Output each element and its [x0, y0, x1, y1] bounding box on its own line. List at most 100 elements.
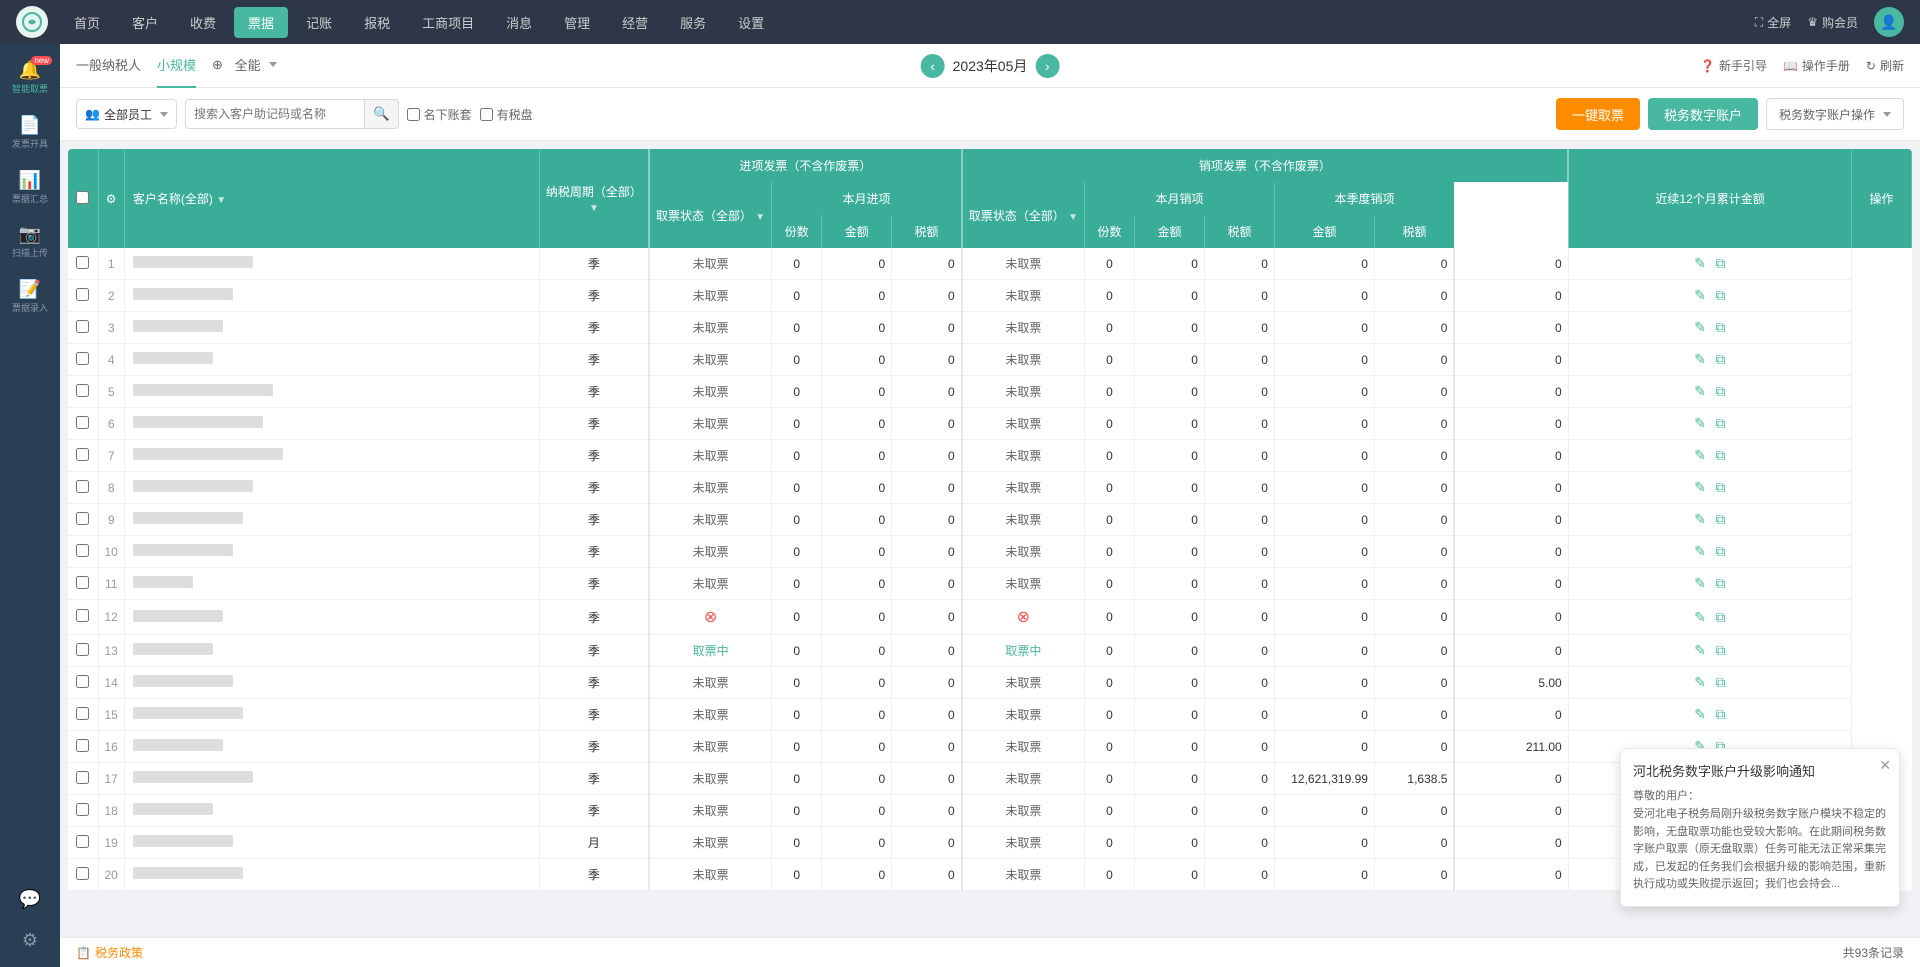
row-checkbox[interactable] [76, 544, 89, 557]
nav-message[interactable]: 消息 [492, 7, 546, 38]
edit-icon[interactable]: ✎ [1691, 255, 1709, 271]
tax-disk-checkbox-label[interactable]: 有税盘 [480, 106, 533, 123]
edit-icon[interactable]: ✎ [1691, 609, 1709, 625]
tax-disk-checkbox[interactable] [480, 108, 493, 121]
row-checkbox[interactable] [76, 675, 89, 688]
copy-icon[interactable]: ⧉ [1712, 447, 1728, 463]
sidebar-item-smart-invoice[interactable]: 🔔 智能取票 new [0, 52, 60, 103]
row-checkbox-cell[interactable] [68, 504, 98, 536]
nav-business[interactable]: 工商项目 [408, 7, 488, 38]
output-status-filter[interactable]: ▼ [1068, 212, 1078, 223]
edit-icon[interactable]: ✎ [1691, 287, 1709, 303]
input-status-filter[interactable]: ▼ [755, 212, 765, 223]
row-checkbox[interactable] [76, 803, 89, 816]
row-checkbox-cell[interactable] [68, 763, 98, 795]
row-checkbox[interactable] [76, 771, 89, 784]
copy-icon[interactable]: ⧉ [1712, 415, 1728, 431]
copy-icon[interactable]: ⧉ [1712, 609, 1728, 625]
new-guide-btn[interactable]: ❓ 新手引导 [1700, 57, 1767, 74]
edit-icon[interactable]: ✎ [1691, 447, 1709, 463]
row-checkbox-cell[interactable] [68, 667, 98, 699]
row-checkbox[interactable] [76, 320, 89, 333]
search-button[interactable]: 🔍 [365, 99, 399, 129]
row-checkbox-cell[interactable] [68, 731, 98, 763]
row-checkbox-cell[interactable] [68, 827, 98, 859]
edit-icon[interactable]: ✎ [1691, 511, 1709, 527]
row-checkbox-cell[interactable] [68, 568, 98, 600]
member-btn[interactable]: ♛ 购会员 [1807, 14, 1858, 31]
row-checkbox[interactable] [76, 739, 89, 752]
row-checkbox-cell[interactable] [68, 376, 98, 408]
copy-icon[interactable]: ⧉ [1712, 319, 1728, 335]
sub-accounts-checkbox-label[interactable]: 名下账套 [407, 106, 472, 123]
sidebar-bottom-chat[interactable]: 💬 [15, 881, 45, 918]
row-checkbox[interactable] [76, 867, 89, 880]
nav-home[interactable]: 首页 [60, 7, 114, 38]
sidebar-item-invoice-entry[interactable]: 📝 票据录入 [0, 271, 60, 322]
row-checkbox[interactable] [76, 256, 89, 269]
settings-col-icon[interactable]: ⚙ [106, 192, 117, 206]
search-input[interactable] [185, 99, 365, 129]
copy-icon[interactable]: ⧉ [1712, 351, 1728, 367]
row-checkbox-cell[interactable] [68, 600, 98, 635]
row-checkbox[interactable] [76, 416, 89, 429]
sidebar-item-open-invoice[interactable]: 📄 发票开具 [0, 107, 60, 158]
next-month-btn[interactable]: › [1035, 54, 1059, 78]
edit-icon[interactable]: ✎ [1691, 642, 1709, 658]
row-checkbox[interactable] [76, 609, 89, 622]
tax-policy-link[interactable]: 📋 税务政策 [76, 944, 143, 961]
row-checkbox-cell[interactable] [68, 440, 98, 472]
row-checkbox[interactable] [76, 643, 89, 656]
row-checkbox-cell[interactable] [68, 312, 98, 344]
nav-tax[interactable]: 报税 [350, 7, 404, 38]
row-checkbox[interactable] [76, 576, 89, 589]
notification-close-btn[interactable]: ✕ [1879, 757, 1891, 774]
edit-icon[interactable]: ✎ [1691, 543, 1709, 559]
row-checkbox-cell[interactable] [68, 536, 98, 568]
row-checkbox-cell[interactable] [68, 248, 98, 280]
row-checkbox[interactable] [76, 480, 89, 493]
tab-small-scale[interactable]: 小规模 [157, 44, 196, 88]
nav-customer[interactable]: 客户 [118, 7, 172, 38]
row-checkbox[interactable] [76, 835, 89, 848]
row-checkbox[interactable] [76, 448, 89, 461]
nav-manage[interactable]: 管理 [550, 7, 604, 38]
digital-account-btn[interactable]: 税务数字账户 [1648, 98, 1758, 130]
sub-accounts-checkbox[interactable] [407, 108, 420, 121]
edit-icon[interactable]: ✎ [1691, 319, 1709, 335]
row-checkbox[interactable] [76, 707, 89, 720]
row-checkbox[interactable] [76, 512, 89, 525]
select-all-checkbox[interactable] [76, 191, 89, 204]
row-checkbox-cell[interactable] [68, 472, 98, 504]
copy-icon[interactable]: ⧉ [1712, 383, 1728, 399]
nav-invoice[interactable]: 票据 [234, 7, 288, 38]
employee-select[interactable]: 👥 全部员工 [76, 99, 177, 129]
tab-all-capable[interactable]: ⊕ 全能 [212, 44, 277, 88]
copy-icon[interactable]: ⧉ [1712, 706, 1728, 722]
sidebar-item-invoice-summary[interactable]: 📊 票据汇总 [0, 162, 60, 213]
client-filter-icon[interactable]: ▼ [216, 195, 226, 206]
row-checkbox[interactable] [76, 352, 89, 365]
edit-icon[interactable]: ✎ [1691, 383, 1709, 399]
manual-btn[interactable]: 📖 操作手册 [1783, 57, 1850, 74]
row-checkbox-cell[interactable] [68, 635, 98, 667]
nav-service[interactable]: 服务 [666, 7, 720, 38]
copy-icon[interactable]: ⧉ [1712, 674, 1728, 690]
row-checkbox-cell[interactable] [68, 280, 98, 312]
sidebar-item-scan-upload[interactable]: 📷 扫描上传 [0, 216, 60, 267]
digital-account-operations-btn[interactable]: 税务数字账户操作 [1766, 98, 1904, 130]
row-checkbox[interactable] [76, 384, 89, 397]
nav-operation[interactable]: 经营 [608, 7, 662, 38]
copy-icon[interactable]: ⧉ [1712, 511, 1728, 527]
copy-icon[interactable]: ⧉ [1712, 255, 1728, 271]
copy-icon[interactable]: ⧉ [1712, 543, 1728, 559]
edit-icon[interactable]: ✎ [1691, 706, 1709, 722]
prev-month-btn[interactable]: ‹ [921, 54, 945, 78]
nav-fee[interactable]: 收费 [176, 7, 230, 38]
fullscreen-btn[interactable]: ⛶ 全屏 [1755, 14, 1791, 31]
row-checkbox-cell[interactable] [68, 699, 98, 731]
row-checkbox-cell[interactable] [68, 859, 98, 891]
edit-icon[interactable]: ✎ [1691, 674, 1709, 690]
one-click-invoice-btn[interactable]: 一键取票 [1556, 98, 1640, 130]
tab-general-taxpayer[interactable]: 一般纳税人 [76, 44, 141, 88]
